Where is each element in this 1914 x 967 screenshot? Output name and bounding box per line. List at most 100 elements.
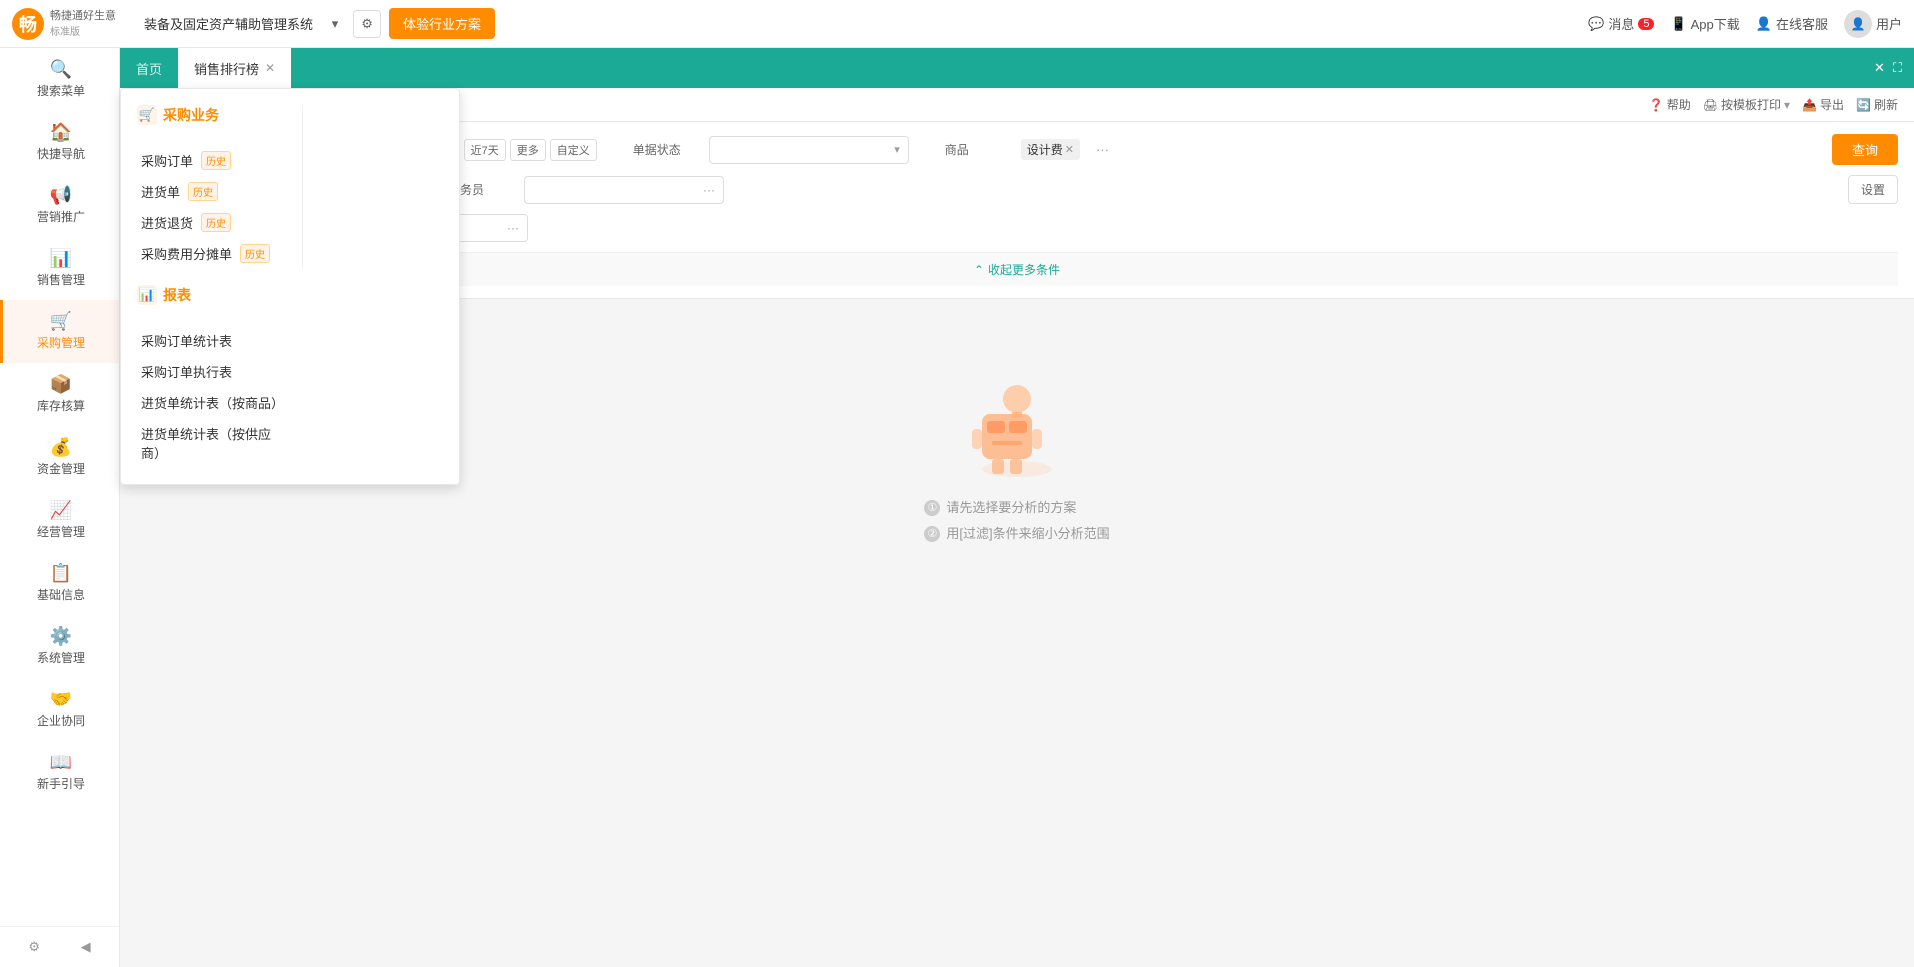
sidebar-item-label: 新手引导 — [37, 775, 85, 792]
settings-btn[interactable]: 设置 — [1848, 175, 1898, 204]
query-btn[interactable]: 查询 — [1832, 134, 1898, 165]
shortcut-7days[interactable]: 近7天 — [464, 139, 506, 161]
sidebar-item-sales[interactable]: 📊 销售管理 — [0, 237, 119, 300]
message-icon: 💬 — [1588, 16, 1604, 32]
sidebar-item-label: 资金管理 — [37, 460, 85, 477]
goods-tag: 设计费 ✕ — [1021, 139, 1080, 160]
history-badge: 历史 — [240, 244, 270, 263]
history-badge: 历史 — [188, 182, 218, 201]
app-download-btn[interactable]: 📱 App下载 — [1670, 14, 1739, 33]
dropdown-item-purchase-expense[interactable]: 采购费用分摊单 历史 — [137, 238, 282, 269]
sidebar-item-marketing[interactable]: 📢 营销推广 — [0, 174, 119, 237]
sidebar-item-system[interactable]: ⚙️ 系统管理 — [0, 615, 119, 678]
chevron-down-icon: ▾ — [894, 143, 900, 156]
sidebar-settings-icon[interactable]: ⚙ — [28, 939, 40, 955]
sidebar-item-label: 快捷导航 — [37, 145, 85, 162]
empty-hint-1: ① 请先选择要分析的方案 — [924, 495, 1109, 521]
tab-close-all-icon[interactable]: ✕ — [1874, 60, 1885, 76]
shortcut-more[interactable]: 更多 — [510, 139, 546, 161]
system-settings-btn[interactable]: ⚙ — [353, 10, 381, 38]
user-btn[interactable]: 👤 用户 — [1844, 10, 1902, 38]
dropdown-purchase-col: 🛒 采购业务 采购订单 历史 进货单 历史 进货退货 历史 采购费用分摊单 历史 — [137, 105, 282, 269]
template-print-label: 按模板打印 — [1721, 96, 1781, 113]
sidebar-item-purchase[interactable]: 🛒 采购管理 — [0, 300, 119, 363]
doc-status-label: 单据状态 — [633, 141, 693, 158]
phone-icon: 📱 — [1670, 16, 1686, 32]
tab-home-label: 首页 — [136, 59, 162, 78]
dropdown-item-goods-return[interactable]: 进货退货 历史 — [137, 207, 282, 238]
template-print-btn[interactable]: 🖨 按模板打印 ▾ — [1703, 96, 1790, 113]
tab-sales-rank[interactable]: 销售排行榜 ✕ — [178, 48, 291, 88]
dropdown-item-goods-stat-by-goods[interactable]: 进货单统计表（按商品） — [137, 387, 282, 418]
app-name: 畅捷通好生意 — [50, 9, 116, 23]
sidebar-item-label: 营销推广 — [37, 208, 85, 225]
salesperson-more-btn[interactable]: ··· — [703, 183, 715, 197]
message-badge: 5 — [1638, 18, 1654, 30]
help-btn[interactable]: ❓ 帮助 — [1649, 96, 1691, 113]
message-label: 消息 — [1608, 14, 1634, 33]
tab-expand-icon[interactable]: ⛶ — [1893, 60, 1902, 76]
dropdown-item-purchase-order-stat[interactable]: 采购订单统计表 — [137, 325, 282, 356]
money-icon: 💰 — [50, 438, 72, 456]
doc-status-select[interactable]: ▾ — [709, 136, 909, 164]
goods-tag-close[interactable]: ✕ — [1065, 143, 1074, 156]
gear-icon: ⚙️ — [50, 627, 72, 645]
industry-btn[interactable]: 体验行业方案 — [389, 8, 495, 39]
sidebar: 🔍 搜索菜单 🏠 快捷导航 📢 营销推广 📊 销售管理 🛒 采购管理 📦 库存核… — [0, 48, 120, 967]
message-btn[interactable]: 💬 消息 5 — [1588, 14, 1654, 33]
sidebar-item-label: 企业协同 — [37, 712, 85, 729]
app-version: 标准版 — [50, 23, 116, 38]
sidebar-item-enterprise[interactable]: 🤝 企业协同 — [0, 678, 119, 741]
sidebar-item-search[interactable]: 🔍 搜索菜单 — [0, 48, 119, 111]
report-title-text: 报表 — [163, 285, 191, 305]
salesperson-select[interactable]: ··· — [524, 176, 724, 204]
service-icon: 👤 — [1756, 16, 1772, 32]
tab-close-icon[interactable]: ✕ — [265, 61, 275, 75]
dropdown-item-goods-receipt[interactable]: 进货单 历史 — [137, 176, 282, 207]
item-label: 进货退货 — [141, 213, 193, 232]
list-icon: 📋 — [50, 564, 72, 582]
purchase-dropdown-menu: 🛒 采购业务 采购订单 历史 进货单 历史 进货退货 历史 采购费用分摊单 历史 — [120, 88, 460, 485]
item-label: 采购订单统计表 — [141, 331, 232, 350]
chevron-up-icon: ⌃ — [974, 263, 984, 277]
export-btn[interactable]: 📤 导出 — [1802, 96, 1844, 113]
dropdown-cols: 🛒 采购业务 采购订单 历史 进货单 历史 进货退货 历史 采购费用分摊单 历史 — [137, 105, 443, 468]
sidebar-item-label: 系统管理 — [37, 649, 85, 666]
history-badge: 历史 — [201, 151, 231, 170]
refresh-btn[interactable]: 🔄 刷新 — [1856, 96, 1898, 113]
online-service-btn[interactable]: 👤 在线客服 — [1756, 14, 1828, 33]
report-col-icon: 📊 — [137, 285, 157, 305]
trend-icon: 📈 — [50, 501, 72, 519]
date-shortcuts: 近7天 更多 自定义 — [464, 139, 597, 161]
logo-area: 畅 畅捷通好生意 标准版 — [12, 8, 132, 40]
shortcut-custom[interactable]: 自定义 — [550, 139, 597, 161]
system-dropdown-btn[interactable]: ▾ — [325, 14, 345, 34]
dropdown-item-purchase-order-exec[interactable]: 采购订单执行表 — [137, 356, 282, 387]
sidebar-item-quicknav[interactable]: 🏠 快捷导航 — [0, 111, 119, 174]
sidebar-item-operations[interactable]: 📈 经营管理 — [0, 489, 119, 552]
item-label: 采购订单 — [141, 151, 193, 170]
refresh-icon: 🔄 — [1856, 98, 1871, 112]
history-badge: 历史 — [201, 213, 231, 232]
item-label: 进货单统计表（按供应商） — [141, 424, 278, 462]
system-title: 装备及固定资产辅助管理系统 — [144, 14, 313, 33]
sidebar-item-inventory[interactable]: 📦 库存核算 — [0, 363, 119, 426]
goods-more-btn[interactable]: ··· — [1096, 142, 1109, 157]
customer-more-btn[interactable]: ··· — [507, 221, 519, 235]
item-label: 进货单统计表（按商品） — [141, 393, 278, 412]
col-divider — [302, 105, 303, 269]
dropdown-item-purchase-order[interactable]: 采购订单 历史 — [137, 145, 282, 176]
sidebar-collapse-icon[interactable]: ◀ — [81, 939, 91, 955]
empty-svg — [957, 379, 1077, 479]
dropdown-item-goods-stat-by-supplier[interactable]: 进货单统计表（按供应商） — [137, 418, 282, 468]
handshake-icon: 🤝 — [50, 690, 72, 708]
tab-home[interactable]: 首页 — [120, 48, 178, 88]
sidebar-bottom: ⚙ ◀ — [0, 926, 119, 967]
sidebar-item-finance[interactable]: 💰 资金管理 — [0, 426, 119, 489]
top-header: 畅 畅捷通好生意 标准版 装备及固定资产辅助管理系统 ▾ ⚙ 体验行业方案 💬 … — [0, 0, 1914, 48]
sidebar-item-basic[interactable]: 📋 基础信息 — [0, 552, 119, 615]
sidebar-item-guide[interactable]: 📖 新手引导 — [0, 741, 119, 804]
app-download-label: App下载 — [1691, 14, 1740, 33]
purchase-title-text: 采购业务 — [163, 105, 219, 125]
sidebar-item-label: 基础信息 — [37, 586, 85, 603]
